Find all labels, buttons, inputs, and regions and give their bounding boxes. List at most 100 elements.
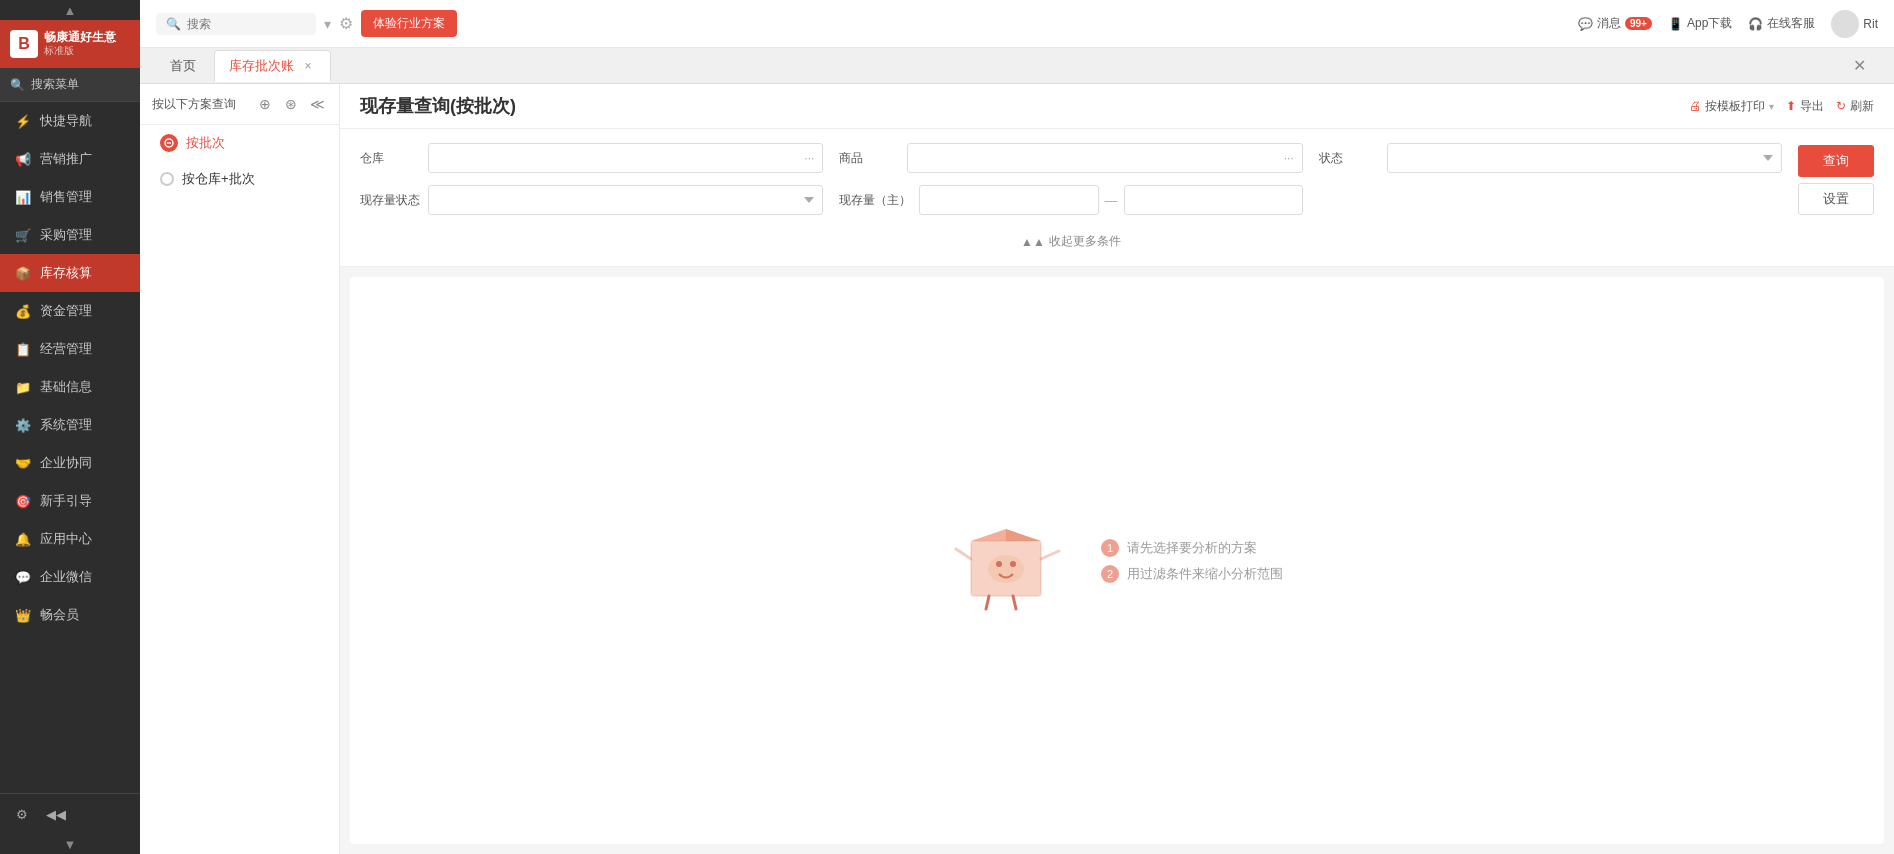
messages-label: 消息	[1597, 15, 1621, 32]
topbar-right: 💬 消息 99+ 📱 App下载 🎧 在线客服 Rit	[1578, 10, 1878, 38]
sidebar-search-label: 搜索菜单	[31, 76, 79, 93]
nav-icon-7: 📁	[14, 378, 32, 396]
nav-label-12: 企业微信	[40, 568, 92, 586]
stock-qty-min[interactable]	[919, 185, 1098, 215]
filter-settings-icon[interactable]: ⊛	[281, 94, 301, 114]
trial-button[interactable]: 体验行业方案	[361, 10, 457, 37]
warehouse-input-wrapper: ···	[428, 143, 823, 173]
sidebar-item-系统管理[interactable]: ⚙️系统管理	[0, 406, 140, 444]
filter-field-warehouse: 仓库 ···	[360, 143, 823, 173]
user-area[interactable]: Rit	[1831, 10, 1878, 38]
sidebar-company: 畅康通好生意	[44, 30, 116, 44]
svg-line-7	[986, 596, 989, 609]
collapse-row[interactable]: ▲▲ 收起更多条件	[360, 227, 1782, 252]
headset-icon: 🎧	[1748, 17, 1763, 31]
print-action[interactable]: 🖨 按模板打印 ▾	[1689, 98, 1774, 115]
nav-label-2: 销售管理	[40, 188, 92, 206]
messages-button[interactable]: 💬 消息 99+	[1578, 15, 1652, 32]
sidebar-item-新手引导[interactable]: 🎯新手引导	[0, 482, 140, 520]
product-field-icon[interactable]: ···	[1276, 151, 1302, 165]
sidebar-item-库存核算[interactable]: 📦库存核算	[0, 254, 140, 292]
sidebar-scroll-up[interactable]: ▲	[0, 0, 140, 20]
user-avatar	[1831, 10, 1859, 38]
print-dropdown-icon[interactable]: ▾	[1769, 101, 1774, 112]
export-label: 导出	[1800, 98, 1824, 115]
tab-home-label: 首页	[170, 57, 196, 75]
nav-icon-5: 💰	[14, 302, 32, 320]
tab-close-icon[interactable]: ×	[300, 58, 316, 74]
filter-add-icon[interactable]: ⊕	[255, 94, 275, 114]
sidebar-item-应用中心[interactable]: 🔔应用中心	[0, 520, 140, 558]
settings-icon[interactable]: ⚙	[10, 802, 34, 826]
stock-status-select[interactable]	[428, 185, 823, 215]
hint-text-1: 请先选择要分析的方案	[1127, 539, 1257, 557]
message-icon: 💬	[1578, 17, 1593, 31]
online-service-label: 在线客服	[1767, 15, 1815, 32]
sidebar-scroll-down[interactable]: ▼	[0, 834, 140, 854]
filter-item-warehouse-batch[interactable]: 按仓库+批次	[140, 161, 339, 197]
messages-badge: 99+	[1625, 17, 1652, 30]
refresh-icon: ↻	[1836, 99, 1846, 113]
hint-number-1: 1	[1101, 539, 1119, 557]
nav-label-11: 应用中心	[40, 530, 92, 548]
topbar-search-input[interactable]	[187, 17, 287, 31]
filter-collapse-icon[interactable]: ≪	[307, 94, 327, 114]
sidebar-logo: B	[10, 30, 38, 58]
nav-icon-4: 📦	[14, 264, 32, 282]
sidebar-item-销售管理[interactable]: 📊销售管理	[0, 178, 140, 216]
status-select[interactable]	[1387, 143, 1782, 173]
stock-qty-max[interactable]	[1124, 185, 1303, 215]
sidebar-item-营销推广[interactable]: 📢营销推广	[0, 140, 140, 178]
sidebar-item-基础信息[interactable]: 📁基础信息	[0, 368, 140, 406]
sidebar-item-采购管理[interactable]: 🛒采购管理	[0, 216, 140, 254]
nav-label-9: 企业协同	[40, 454, 92, 472]
filter-row-1: 仓库 ··· 商品 ···	[360, 143, 1782, 173]
settings-button[interactable]: 设置	[1798, 183, 1874, 215]
svg-point-4	[988, 555, 1024, 583]
sidebar-search[interactable]: 🔍 搜索菜单	[0, 68, 140, 102]
nav-icon-6: 📋	[14, 340, 32, 358]
tab-close-right-icon[interactable]: ✕	[1841, 56, 1878, 75]
filter-panel-title: 按以下方案查询	[152, 96, 236, 113]
stock-qty-label: 现存量（主）	[839, 192, 911, 209]
app-download-button[interactable]: 📱 App下载	[1668, 15, 1732, 32]
warehouse-field-icon[interactable]: ···	[796, 151, 822, 165]
filter-item-batch[interactable]: 按批次	[140, 125, 339, 161]
sidebar-item-经营管理[interactable]: 📋经营管理	[0, 330, 140, 368]
sidebar-item-资金管理[interactable]: 💰资金管理	[0, 292, 140, 330]
sidebar-item-企业微信[interactable]: 💬企业微信	[0, 558, 140, 596]
print-label: 按模板打印	[1705, 98, 1765, 115]
svg-line-8	[1013, 596, 1016, 609]
phone-icon: 📱	[1668, 17, 1683, 31]
range-dash: —	[1105, 193, 1118, 208]
tab-inventory-batch[interactable]: 库存批次账 ×	[214, 50, 331, 82]
filter-panel-header: 按以下方案查询 ⊕ ⊛ ≪	[140, 84, 339, 125]
topbar-search-bar[interactable]: 🔍	[156, 13, 316, 35]
filter-field-status: 状态	[1319, 143, 1782, 173]
nav-icon-0: ⚡	[14, 112, 32, 130]
export-icon: ⬆	[1786, 99, 1796, 113]
query-actions: 查询 设置	[1798, 143, 1874, 215]
collapse-icon[interactable]: ◀◀	[44, 802, 68, 826]
warehouse-input[interactable]	[429, 146, 796, 170]
topbar-dropdown-icon[interactable]: ▾	[324, 16, 331, 32]
sidebar-item-快捷导航[interactable]: ⚡快捷导航	[0, 102, 140, 140]
tab-home[interactable]: 首页	[156, 51, 210, 81]
empty-illustration	[951, 501, 1071, 621]
stock-status-label: 现存量状态	[360, 192, 420, 209]
topbar-settings-icon[interactable]: ⚙	[339, 14, 353, 33]
product-input[interactable]	[908, 146, 1275, 170]
stock-qty-range: —	[919, 185, 1302, 215]
query-button[interactable]: 查询	[1798, 145, 1874, 177]
empty-hint-1: 1 请先选择要分析的方案	[1101, 539, 1283, 557]
svg-line-9	[956, 549, 971, 559]
sidebar-item-企业协同[interactable]: 🤝企业协同	[0, 444, 140, 482]
export-action[interactable]: ⬆ 导出	[1786, 98, 1824, 115]
refresh-action[interactable]: ↻ 刷新	[1836, 98, 1874, 115]
warehouse-label: 仓库	[360, 150, 420, 167]
nav-icon-10: 🎯	[14, 492, 32, 510]
sidebar-item-畅会员[interactable]: 👑畅会员	[0, 596, 140, 634]
collapse-label: 收起更多条件	[1049, 233, 1121, 250]
online-service-button[interactable]: 🎧 在线客服	[1748, 15, 1815, 32]
product-input-wrapper: ···	[907, 143, 1302, 173]
